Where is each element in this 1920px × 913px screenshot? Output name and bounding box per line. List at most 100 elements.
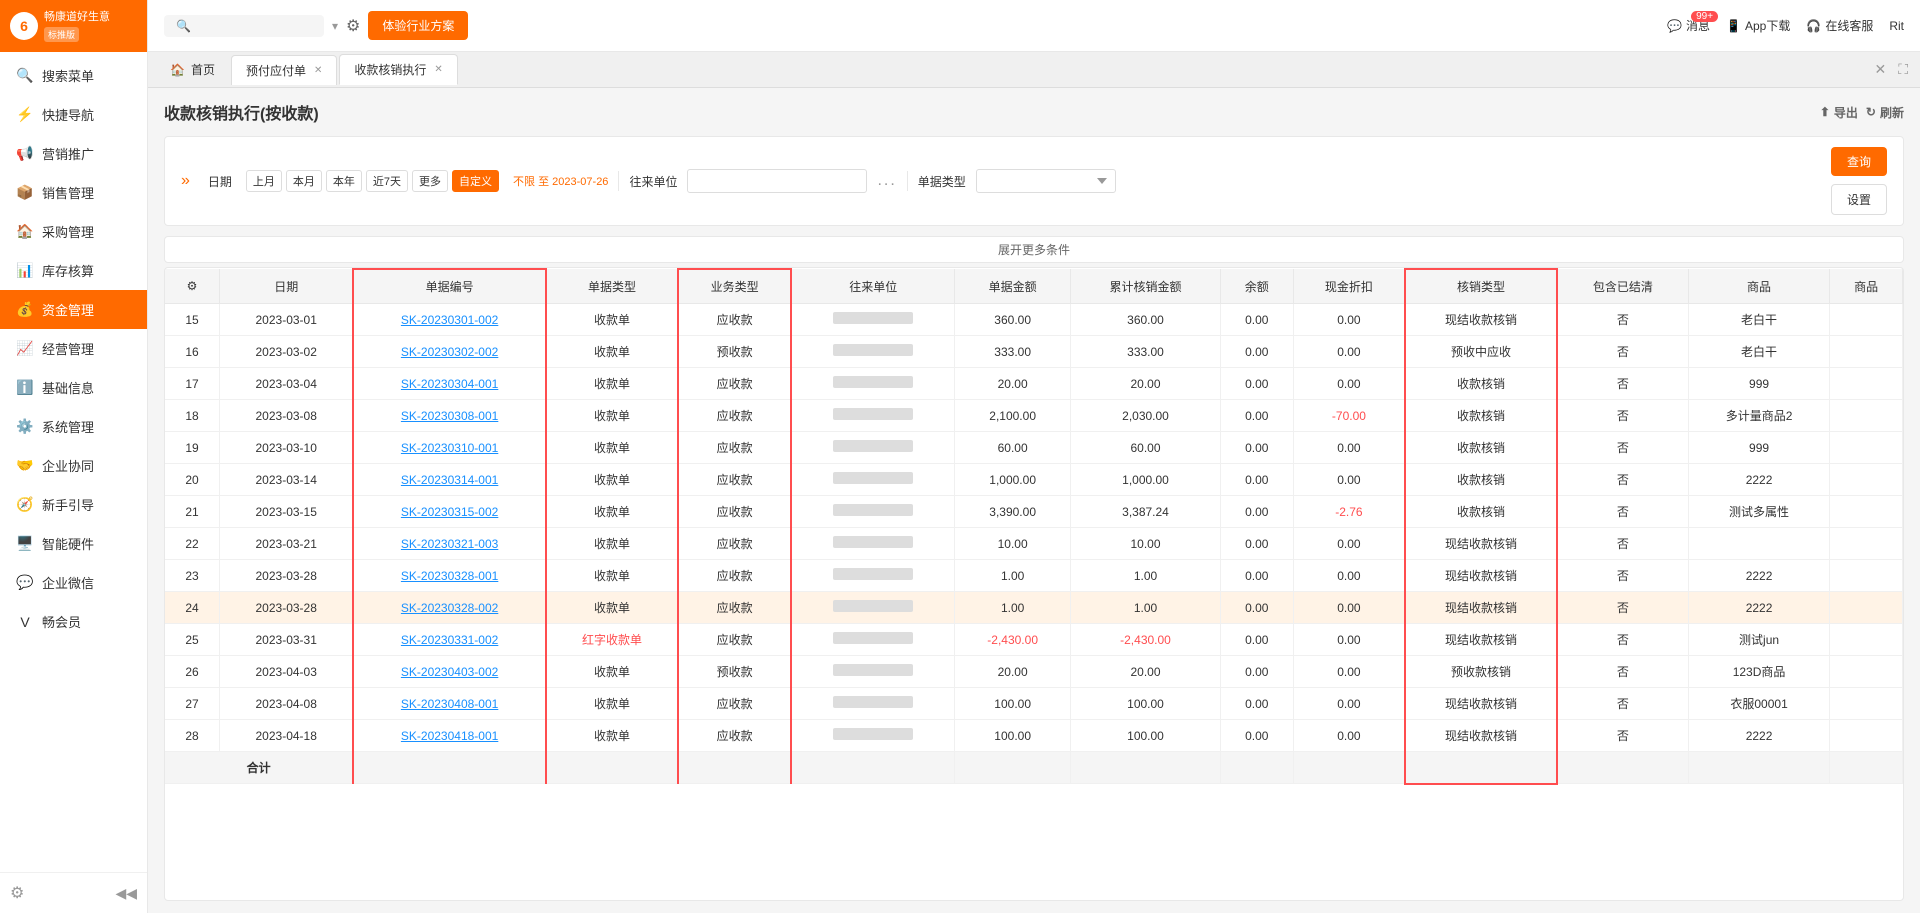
bill-no-link[interactable]: SK-20230418-001 — [401, 729, 498, 743]
message-btn[interactable]: 💬 消息 99+ — [1667, 17, 1710, 34]
col-product1[interactable]: 商品 — [1688, 269, 1829, 304]
filter-divider-2 — [907, 171, 908, 191]
col-biz-type[interactable]: 业务类型 — [678, 269, 791, 304]
cell-amount: 60.00 — [955, 432, 1071, 464]
col-verify-type[interactable]: 核销类型 — [1405, 269, 1557, 304]
sidebar-item-operation[interactable]: 📈经营管理 — [0, 329, 147, 368]
bill-no-link[interactable]: SK-20230321-003 — [401, 537, 498, 551]
tab-receipt[interactable]: 收款核销执行 ✕ — [339, 54, 457, 85]
bill-no-link[interactable]: SK-20230408-001 — [401, 697, 498, 711]
custom-date-btn[interactable]: 自定义 — [452, 170, 499, 192]
cell-amount: -2,430.00 — [955, 624, 1071, 656]
bill-no-link[interactable]: SK-20230328-001 — [401, 569, 498, 583]
cell-amount: 10.00 — [955, 528, 1071, 560]
cell-bill-type: 红字收款单 — [546, 624, 678, 656]
last-month-btn[interactable]: 上月 — [246, 170, 282, 192]
app-download-btn[interactable]: 📱 App下载 — [1726, 17, 1790, 34]
tab-home[interactable]: 🏠 首页 — [156, 55, 229, 84]
user-info[interactable]: Rit — [1889, 19, 1904, 33]
online-service-btn[interactable]: 🎧 在线客服 — [1806, 17, 1873, 34]
cell-bill-type: 收款单 — [546, 656, 678, 688]
sidebar-item-enterprise[interactable]: 🤝企业协同 — [0, 446, 147, 485]
bill-no-link[interactable]: SK-20230308-001 — [401, 409, 498, 423]
last7days-btn[interactable]: 近7天 — [366, 170, 408, 192]
partner-dots[interactable]: ... — [877, 172, 896, 190]
cell-product: 123D商品 — [1688, 656, 1829, 688]
sidebar-item-inventory[interactable]: 📊库存核算 — [0, 251, 147, 290]
bill-no-link[interactable]: SK-20230314-001 — [401, 473, 498, 487]
date-presets: 上月 本月 本年 近7天 更多 自定义 — [246, 170, 499, 192]
sidebar-item-wechat[interactable]: 💬企业微信 — [0, 563, 147, 602]
cell-date: 2023-03-10 — [220, 432, 354, 464]
sidebar-item-marketing[interactable]: 📢营销推广 — [0, 134, 147, 173]
export-btn[interactable]: ⬆ 导出 — [1820, 104, 1858, 121]
bill-no-link[interactable]: SK-20230301-002 — [401, 313, 498, 327]
col-partner[interactable]: 往来单位 — [791, 269, 955, 304]
col-product2[interactable]: 商品 — [1830, 269, 1903, 304]
global-search[interactable]: 🔍 — [164, 15, 324, 37]
bill-no-link[interactable]: SK-20230315-002 — [401, 505, 498, 519]
tab-prepay-close[interactable]: ✕ — [314, 65, 322, 76]
sidebar-item-basic[interactable]: ℹ️基础信息 — [0, 368, 147, 407]
this-month-btn[interactable]: 本月 — [286, 170, 322, 192]
col-bill-type[interactable]: 单据类型 — [546, 269, 678, 304]
col-discount[interactable]: 现金折扣 — [1293, 269, 1405, 304]
partner-input[interactable] — [687, 169, 867, 193]
cell-balance: 0.00 — [1221, 368, 1294, 400]
gear-icon[interactable]: ⚙ — [346, 16, 360, 36]
sidebar-item-sales[interactable]: 📦销售管理 — [0, 173, 147, 212]
voucher-type-select[interactable]: 收款单 红字收款单 — [976, 169, 1116, 193]
expand-more-btn[interactable]: 展开更多条件 — [164, 236, 1904, 263]
more-date-btn[interactable]: 更多 — [412, 170, 448, 192]
cell-partner — [791, 720, 955, 752]
filter-expand-icon[interactable]: » — [181, 172, 190, 190]
sidebar-item-shortcut[interactable]: ⚡快捷导航 — [0, 95, 147, 134]
sidebar-item-finance[interactable]: 💰资金管理 — [0, 290, 147, 329]
date-filter-label: 日期 — [208, 173, 232, 190]
sidebar-item-purchase[interactable]: 🏠采购管理 — [0, 212, 147, 251]
close-all-icon[interactable]: ✕ — [1870, 57, 1890, 82]
cell-settled: 否 — [1557, 400, 1688, 432]
bill-no-link[interactable]: SK-20230403-002 — [401, 665, 498, 679]
bill-no-link[interactable]: SK-20230302-002 — [401, 345, 498, 359]
this-year-btn[interactable]: 本年 — [326, 170, 362, 192]
sidebar-item-search[interactable]: 🔍搜索菜单 — [0, 56, 147, 95]
cell-verify-type: 现结收款核销 — [1405, 624, 1557, 656]
cell-discount: -70.00 — [1293, 400, 1405, 432]
col-balance[interactable]: 余额 — [1221, 269, 1294, 304]
page-actions: ⬆ 导出 ↻ 刷新 — [1820, 104, 1904, 121]
cell-verify-type: 现结收款核销 — [1405, 592, 1557, 624]
sidebar-item-guide[interactable]: 🧭新手引导 — [0, 485, 147, 524]
bill-no-link[interactable]: SK-20230310-001 — [401, 441, 498, 455]
col-checkbox[interactable]: ⚙ — [165, 269, 220, 304]
dropdown-arrow[interactable]: ▾ — [332, 19, 338, 33]
cell-product2 — [1830, 656, 1903, 688]
maximize-icon[interactable]: ⛶ — [1894, 57, 1912, 82]
cell-amount: 20.00 — [955, 368, 1071, 400]
sidebar-item-system[interactable]: ⚙️系统管理 — [0, 407, 147, 446]
filter-setting-btn[interactable]: 设置 — [1831, 184, 1887, 215]
cell-verify-amount: 360.00 — [1070, 304, 1220, 336]
bill-no-link[interactable]: SK-20230328-002 — [401, 601, 498, 615]
col-amount[interactable]: 单据金额 — [955, 269, 1071, 304]
bill-no-link[interactable]: SK-20230331-002 — [401, 633, 498, 647]
sidebar-item-hardware[interactable]: 🖥️智能硬件 — [0, 524, 147, 563]
cell-bill-type: 收款单 — [546, 560, 678, 592]
settings-icon[interactable]: ⚙ — [10, 883, 24, 903]
solution-btn[interactable]: 体验行业方案 — [368, 11, 468, 40]
tab-prepay[interactable]: 预付应付单 ✕ — [231, 55, 337, 85]
cell-verify-type: 现结收款核销 — [1405, 720, 1557, 752]
cell-bill-type: 收款单 — [546, 528, 678, 560]
query-btn[interactable]: 查询 — [1831, 147, 1887, 176]
bill-no-link[interactable]: SK-20230304-001 — [401, 377, 498, 391]
col-date[interactable]: 日期 — [220, 269, 354, 304]
refresh-btn[interactable]: ↻ 刷新 — [1866, 104, 1904, 121]
col-bill-no[interactable]: 单据编号 — [353, 269, 546, 304]
col-settled[interactable]: 包含已结清 — [1557, 269, 1688, 304]
cell-bill-no: SK-20230310-001 — [353, 432, 546, 464]
cell-bill-type: 收款单 — [546, 720, 678, 752]
sidebar-item-vip[interactable]: V畅会员 — [0, 602, 147, 641]
collapse-icon[interactable]: ◀◀ — [115, 885, 137, 902]
tab-receipt-close[interactable]: ✕ — [434, 64, 442, 75]
col-verify-amount[interactable]: 累计核销金额 — [1070, 269, 1220, 304]
